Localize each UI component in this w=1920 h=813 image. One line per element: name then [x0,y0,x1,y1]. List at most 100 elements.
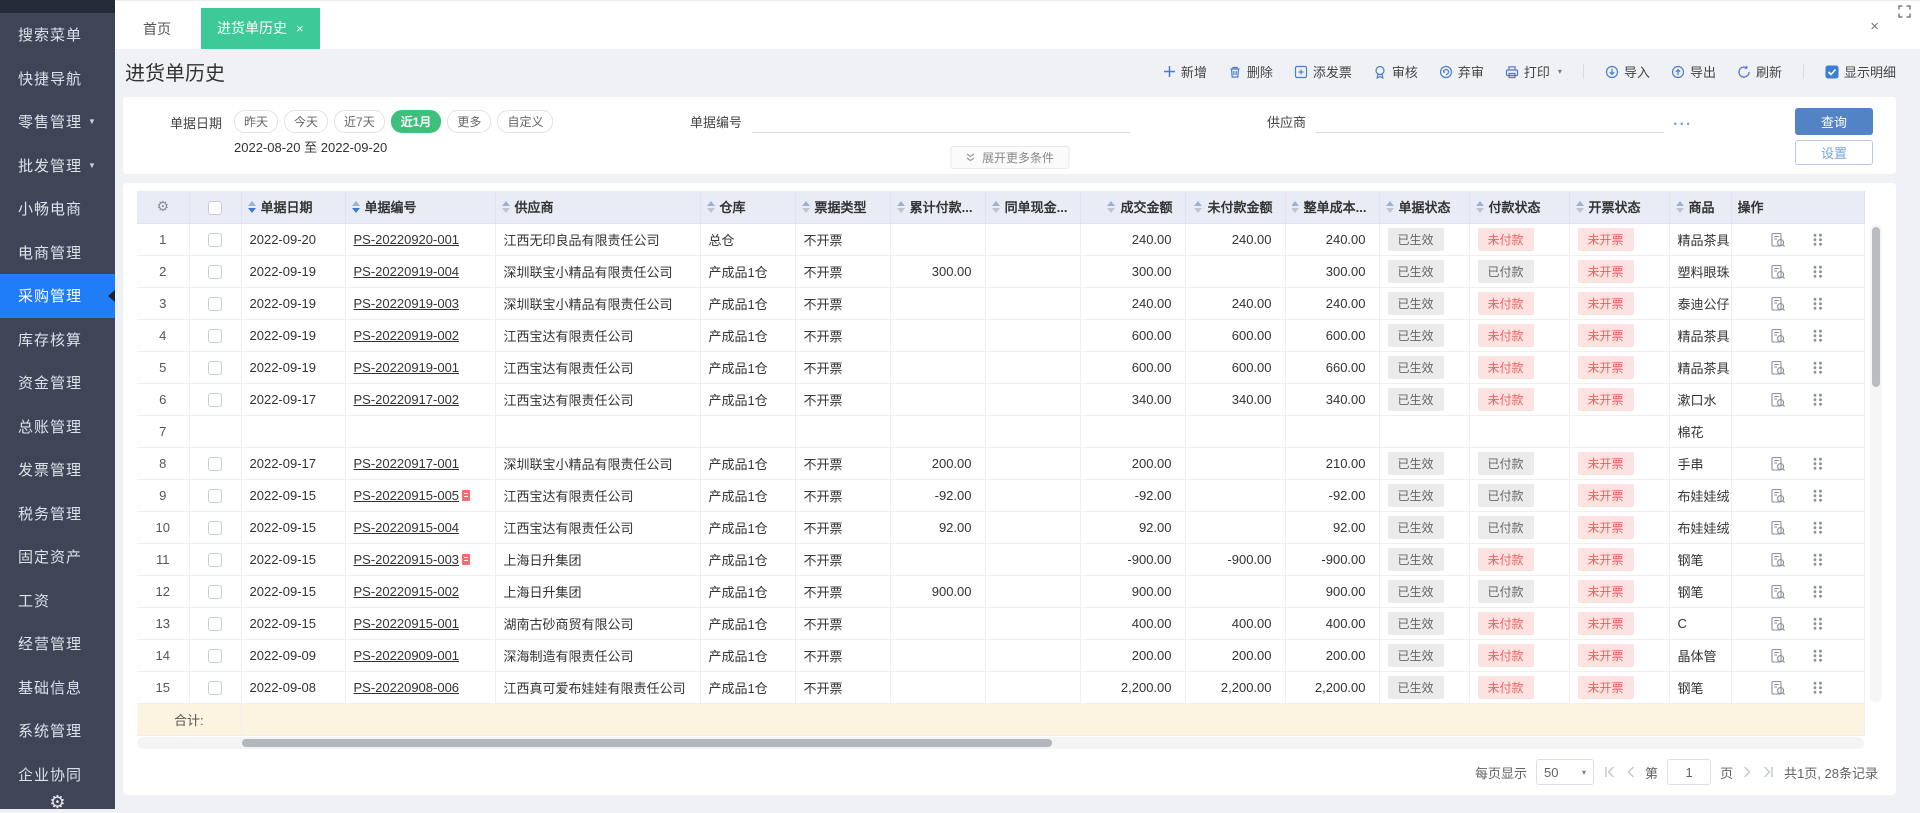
related-grid-icon[interactable] [1810,616,1825,631]
sidebar-item[interactable]: 系统管理 [0,709,115,753]
preview-document-icon[interactable] [1770,584,1786,600]
row-checkbox[interactable] [208,393,222,408]
order-number-link[interactable]: PS-20220915-005 [354,488,460,503]
column-header[interactable]: 累计付款... [890,190,986,224]
sidebar-item[interactable]: 小畅电商 [0,187,115,231]
import-button[interactable]: 导入 [1605,62,1650,81]
unaudit-button[interactable]: 弃审 [1439,62,1484,81]
row-checkbox[interactable] [208,553,222,568]
related-grid-icon[interactable] [1810,520,1825,535]
related-grid-icon[interactable] [1810,296,1825,311]
preview-document-icon[interactable] [1770,680,1786,696]
preview-document-icon[interactable] [1770,328,1786,344]
row-checkbox[interactable] [208,329,222,344]
order-number-link[interactable]: PS-20220919-001 [354,360,460,375]
export-button[interactable]: 导出 [1671,62,1716,81]
row-checkbox[interactable] [208,233,222,248]
last-page-button[interactable] [1761,766,1775,778]
related-grid-icon[interactable] [1810,392,1825,407]
row-checkbox[interactable] [208,681,222,696]
row-checkbox[interactable] [208,297,222,312]
print-dropdown-caret-icon[interactable]: ▾ [1558,67,1562,76]
column-header[interactable]: 成交金额 [1080,190,1186,224]
order-number-link[interactable]: PS-20220915-004 [354,520,460,535]
sidebar-item[interactable]: 发票管理 [0,448,115,492]
date-pill[interactable]: 近1月 [390,109,442,133]
date-pill[interactable]: 近7天 [334,109,385,133]
sort-arrows-icon[interactable] [706,200,715,213]
row-checkbox[interactable] [208,489,222,504]
order-number-link[interactable]: PS-20220917-002 [354,392,460,407]
per-page-select[interactable]: 50 ▾ [1536,759,1595,785]
sidebar-item[interactable]: 经营管理 [0,622,115,666]
horizontal-scrollbar-thumb[interactable] [242,739,1052,747]
preview-document-icon[interactable] [1770,264,1786,280]
query-button[interactable]: 查询 [1795,107,1873,135]
column-header[interactable]: 单据编号 [345,190,496,224]
sidebar-item[interactable]: 批发管理 ▼ [0,144,115,188]
sidebar-item[interactable]: 基础信息 [0,666,115,710]
add-button[interactable]: 新增 [1163,62,1207,81]
sidebar-item[interactable]: 税务管理 [0,492,115,536]
sort-arrows-icon[interactable] [501,200,510,213]
row-checkbox[interactable] [208,617,222,632]
order-number-link[interactable]: PS-20220919-002 [354,328,460,343]
preview-document-icon[interactable] [1770,488,1786,504]
supplier-input[interactable] [1316,110,1665,133]
related-grid-icon[interactable] [1810,648,1825,663]
column-header[interactable]: 付款状态 [1469,190,1570,224]
related-grid-icon[interactable] [1810,232,1825,247]
order-number-link[interactable]: PS-20220915-002 [354,584,460,599]
sidebar-item[interactable]: 快捷导航 [0,57,115,101]
select-all-checkbox[interactable] [208,200,222,215]
sort-arrows-icon[interactable] [247,200,256,213]
sidebar-item[interactable]: 总账管理 [0,405,115,449]
order-number-link[interactable]: PS-20220919-004 [354,264,460,279]
column-header[interactable]: 商品 [1669,190,1732,224]
order-number-link[interactable]: PS-20220908-006 [354,680,460,695]
sort-arrows-icon[interactable] [1291,200,1299,213]
date-pill[interactable]: 今天 [284,109,329,133]
column-settings-gear-icon[interactable]: ⚙ [137,190,190,224]
preview-document-icon[interactable] [1770,616,1786,632]
settings-gear-icon[interactable]: ⚙ [49,792,65,813]
related-grid-icon[interactable] [1810,456,1825,471]
preview-document-icon[interactable] [1770,552,1786,568]
sort-arrows-icon[interactable] [1475,200,1484,213]
order-no-input[interactable] [752,110,1131,133]
expand-more-button[interactable]: 展开更多条件 [949,145,1070,169]
sidebar-item[interactable]: 资金管理 [0,361,115,405]
tab-purchase-history[interactable]: 进货单历史 × [201,7,320,49]
row-checkbox[interactable] [208,457,222,472]
row-checkbox[interactable] [208,585,222,600]
order-number-link[interactable]: PS-20220919-003 [354,296,460,311]
preview-document-icon[interactable] [1770,520,1786,536]
show-detail-checkbox[interactable]: 显示明细 [1825,62,1896,81]
related-grid-icon[interactable] [1810,488,1825,503]
sidebar-item[interactable]: 固定资产 [0,535,115,579]
sidebar-item[interactable]: 零售管理 ▼ [0,100,115,144]
related-grid-icon[interactable] [1810,680,1825,695]
preview-document-icon[interactable] [1770,648,1786,664]
first-page-button[interactable] [1603,766,1617,778]
add-invoice-button[interactable]: 添发票 [1294,62,1352,81]
column-header[interactable]: 同单现金... [985,190,1081,224]
horizontal-scrollbar[interactable] [137,737,1864,749]
delete-button[interactable]: 删除 [1228,62,1273,81]
preview-document-icon[interactable] [1770,232,1786,248]
row-checkbox[interactable] [208,361,222,376]
column-header[interactable]: 开票状态 [1569,190,1670,224]
settings-button[interactable]: 设置 [1795,139,1873,165]
column-header[interactable]: 整单成本... [1285,190,1380,224]
sort-arrows-icon[interactable] [351,200,360,213]
window-close-icon[interactable]: × [1870,18,1879,35]
row-checkbox[interactable] [208,265,222,280]
column-header[interactable]: 单据日期 [241,190,346,224]
tab-close-icon[interactable]: × [296,21,304,36]
column-header[interactable]: 仓库 [700,190,796,224]
audit-button[interactable]: 审核 [1373,62,1418,81]
vertical-scrollbar-thumb[interactable] [1872,226,1880,387]
sort-arrows-icon[interactable] [1385,200,1394,213]
related-grid-icon[interactable] [1810,328,1825,343]
refresh-button[interactable]: 刷新 [1737,62,1782,81]
